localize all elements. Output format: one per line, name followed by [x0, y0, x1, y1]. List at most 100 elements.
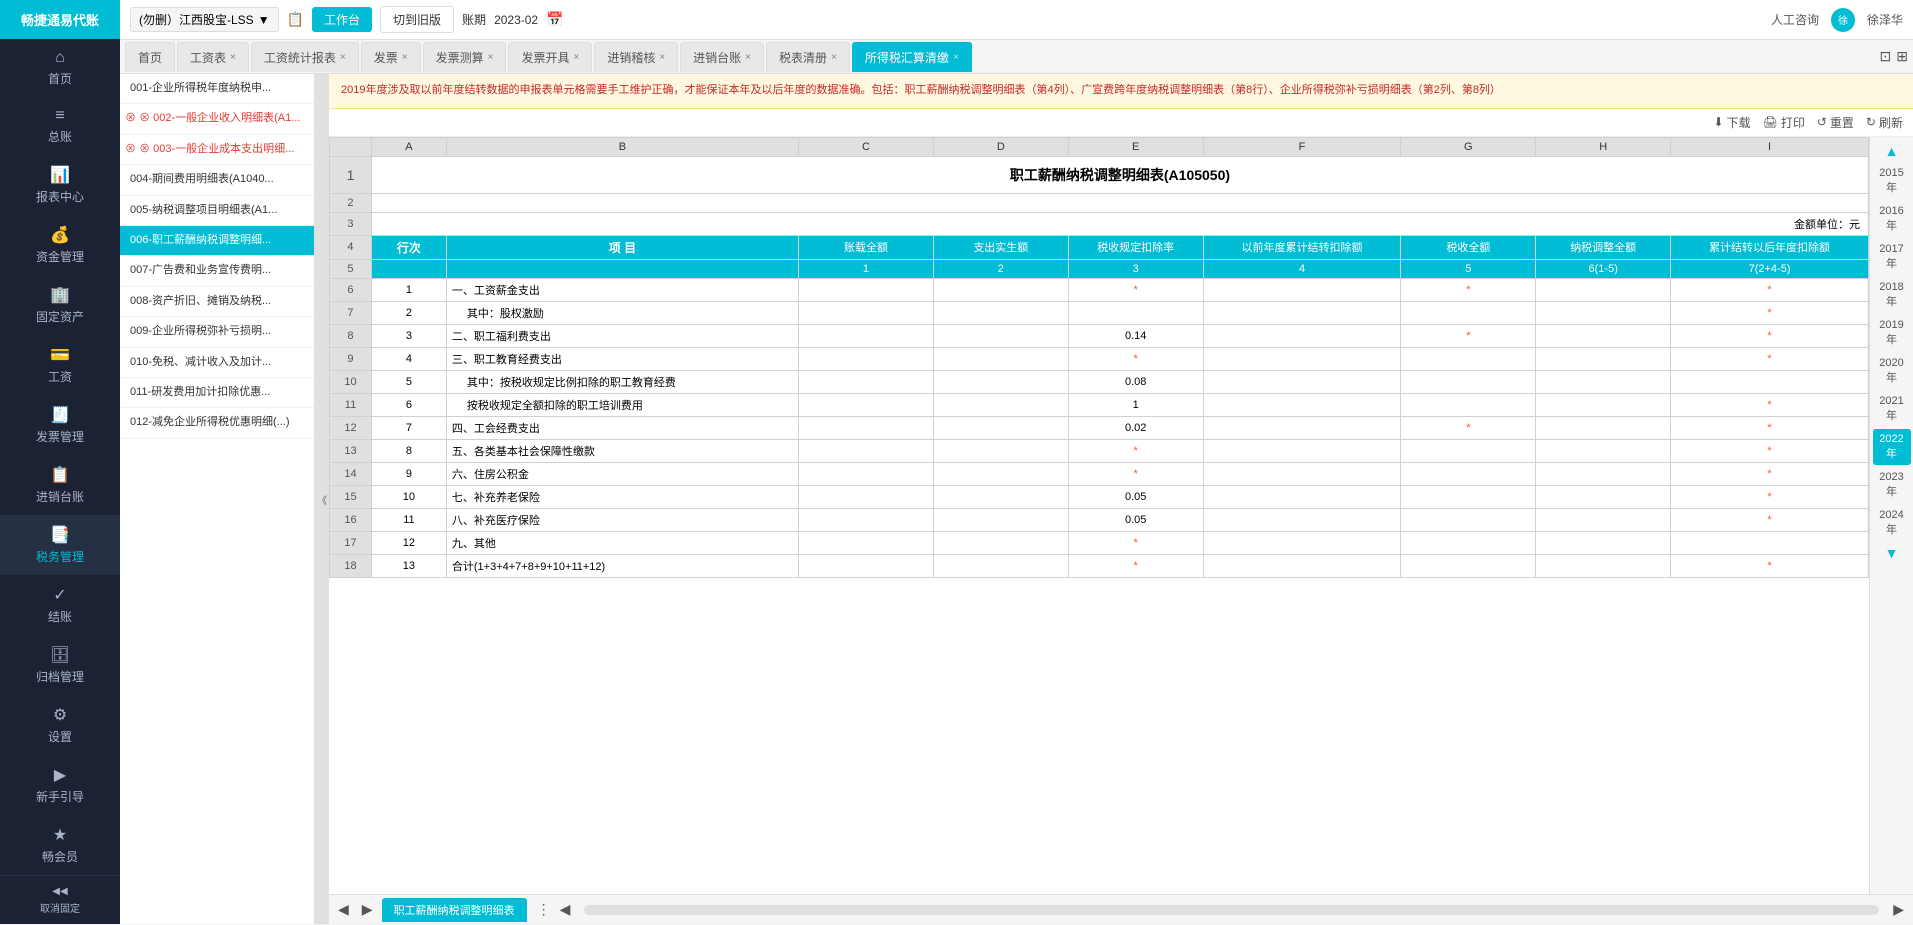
list-item-007[interactable]: 007-广告费和业务宣传费明...: [120, 256, 314, 286]
switch-old-button[interactable]: 切到旧版: [380, 6, 454, 33]
calendar-icon[interactable]: 📅: [546, 11, 563, 28]
list-item-011[interactable]: 011-研发费用加计扣除优惠...: [120, 378, 314, 408]
sheet-scroll-right[interactable]: ▶: [1889, 899, 1908, 920]
sidebar-item-purchase-sales[interactable]: 📋 进销台账: [0, 455, 120, 515]
sheet-scroll-left[interactable]: ◀: [556, 899, 575, 920]
sidebar-item-close[interactable]: ✓ 结账: [0, 575, 120, 635]
list-item-002[interactable]: ⊗ 002-一般企业收入明细表(A1...: [120, 104, 314, 134]
table-row: 3 金额单位：元: [330, 212, 1869, 235]
col-num-6: 6(1-5): [1536, 259, 1671, 278]
download-button[interactable]: ⬇ 下载: [1714, 114, 1751, 131]
tab-invoice-open-close[interactable]: ×: [573, 52, 579, 63]
tab-payroll[interactable]: 工资表 ×: [177, 42, 249, 72]
sidebar-item-settings[interactable]: ⚙ 设置: [0, 695, 120, 755]
tab-invoice-open[interactable]: 发票开具 ×: [508, 42, 592, 72]
tab-invoice-calc-close[interactable]: ×: [488, 52, 494, 63]
sidebar-item-label: 税务管理: [36, 548, 84, 565]
tab-income-tax[interactable]: 所得税汇算清缴 ×: [852, 42, 972, 72]
sidebar-item-invoice[interactable]: 🧾 发票管理: [0, 395, 120, 455]
tab-restore-icon[interactable]: ⊡: [1880, 48, 1892, 65]
warning-icon-003: ⊗: [139, 143, 153, 155]
list-item-012[interactable]: 012-减免企业所得税优惠明细(...): [120, 408, 314, 438]
print-button[interactable]: 🖨 打印: [1763, 114, 1805, 131]
sidebar-item-label: 固定资产: [36, 308, 84, 325]
guide-icon: ▶: [54, 765, 66, 785]
col-header-h: H: [1536, 137, 1671, 156]
tab-purchase-ledger[interactable]: 进销台账 ×: [680, 42, 764, 72]
sidebar-unpin-button[interactable]: ◀◀ 取消固定: [0, 876, 120, 925]
tab-purchase-audit-close[interactable]: ×: [659, 52, 665, 63]
list-item-004[interactable]: 004-期间费用明细表(A1040...: [120, 165, 314, 195]
sidebar-item-label: 工资: [48, 368, 72, 385]
tab-payroll-close[interactable]: ×: [230, 52, 236, 63]
year-2020[interactable]: 2020年: [1873, 353, 1911, 389]
sidebar-item-reports[interactable]: 📊 报表中心: [0, 155, 120, 215]
support-label[interactable]: 人工咨询: [1771, 11, 1819, 28]
col-header-row: [330, 137, 372, 156]
sheet-tab[interactable]: 职工薪酬纳税调整明细表: [382, 898, 527, 922]
sidebar-item-archive[interactable]: 🗄 归档管理: [0, 635, 120, 695]
tab-maximize-icon[interactable]: ⊞: [1896, 48, 1908, 65]
year-2016[interactable]: 2016年: [1873, 201, 1911, 237]
table-row: 18 13 合计(1+3+4+7+8+9+10+11+12) * *: [330, 554, 1869, 577]
year-2021[interactable]: 2021年: [1873, 391, 1911, 427]
col-head-leiji: 累计结转以后年度扣除额: [1671, 235, 1869, 259]
sidebar-item-funds[interactable]: 💰 资金管理: [0, 215, 120, 275]
table-row: 1 职工薪酬纳税调整明细表(A105050): [330, 156, 1869, 193]
panel-collapse-button[interactable]: 《: [315, 74, 329, 924]
year-2017[interactable]: 2017年: [1873, 239, 1911, 275]
sidebar-item-label: 结账: [48, 608, 72, 625]
tab-purchase-audit[interactable]: 进销稽核 ×: [594, 42, 678, 72]
table-unit: 金额单位：元: [371, 212, 1868, 235]
sidebar-item-assets[interactable]: 🏢 固定资产: [0, 275, 120, 335]
company-selector[interactable]: (勿删）江西股宝-LSS ▼: [130, 7, 279, 32]
tab-invoice-calc[interactable]: 发票测算 ×: [423, 42, 507, 72]
year-2023[interactable]: 2023年: [1873, 467, 1911, 503]
year-down-button[interactable]: ▼: [1873, 543, 1911, 563]
sidebar-item-payroll[interactable]: 💳 工资: [0, 335, 120, 395]
refresh-button[interactable]: ↻ 刷新: [1866, 114, 1903, 131]
year-2018[interactable]: 2018年: [1873, 277, 1911, 313]
sidebar-item-vip[interactable]: ★ 畅会员: [0, 815, 120, 875]
table-row: 11 6 按税收规定全额扣除的职工培训费用 1 *: [330, 393, 1869, 416]
horizontal-scrollbar[interactable]: [584, 905, 1879, 915]
tab-tax-book[interactable]: 税表清册 ×: [766, 42, 850, 72]
list-item-010[interactable]: 010-免税、减计收入及加计...: [120, 348, 314, 378]
list-item-005[interactable]: 005-纳税调整项目明细表(A1...: [120, 196, 314, 226]
tab-invoice[interactable]: 发票 ×: [361, 42, 421, 72]
tab-invoice-close[interactable]: ×: [402, 52, 408, 63]
list-item-006[interactable]: 006-职工薪酬纳税调整明细...: [120, 226, 314, 256]
table-row: 7 2 其中：股权激励 *: [330, 301, 1869, 324]
right-content: 2019年度涉及取以前年度结转数据的申报表单元格需要手工维护正确，才能保证本年及…: [329, 74, 1913, 924]
tab-payroll-stats[interactable]: 工资统计报表 ×: [251, 42, 359, 72]
sheet-options-icon[interactable]: ⋮: [537, 901, 551, 918]
year-2019[interactable]: 2019年: [1873, 315, 1911, 351]
sheet-nav-first[interactable]: ◀: [334, 899, 353, 920]
list-item-009[interactable]: 009-企业所得税弥补亏损明...: [120, 317, 314, 347]
list-item-008[interactable]: 008-资产折旧、摊销及纳税...: [120, 287, 314, 317]
list-item-001[interactable]: 001-企业所得税年度纳税申...: [120, 74, 314, 104]
year-2015[interactable]: 2015年: [1873, 163, 1911, 199]
year-up-button[interactable]: ▲: [1873, 141, 1911, 161]
sidebar-item-home[interactable]: ⌂ 首页: [0, 39, 120, 97]
year-2022[interactable]: 2022年: [1873, 429, 1911, 465]
year-2024[interactable]: 2024年: [1873, 505, 1911, 541]
tab-tax-book-close[interactable]: ×: [831, 52, 837, 63]
workspace-button[interactable]: 工作台: [312, 7, 372, 32]
tab-payroll-stats-close[interactable]: ×: [340, 52, 346, 63]
sheet-nav-prev[interactable]: ▶: [358, 899, 377, 920]
sidebar-item-ledger[interactable]: ≡ 总账: [0, 97, 120, 155]
list-item-003[interactable]: ⊗ 003-一般企业成本支出明细...: [120, 135, 314, 165]
sidebar-item-guide[interactable]: ▶ 新手引导: [0, 755, 120, 815]
tab-income-tax-close[interactable]: ×: [953, 52, 959, 63]
col-header-a: A: [371, 137, 446, 156]
copy-icon[interactable]: 📋: [287, 11, 304, 28]
reset-button[interactable]: ↺ 重置: [1817, 114, 1854, 131]
tab-purchase-ledger-close[interactable]: ×: [745, 52, 751, 63]
col-head-zhangzai: 账载全额: [799, 235, 934, 259]
sidebar-item-tax[interactable]: 📑 税务管理: [0, 515, 120, 575]
sidebar-item-label: 设置: [48, 728, 72, 745]
user-label[interactable]: 徐泽华: [1867, 11, 1903, 28]
col-head-zhichu: 支出实生额: [933, 235, 1068, 259]
tab-home[interactable]: 首页: [125, 42, 175, 72]
